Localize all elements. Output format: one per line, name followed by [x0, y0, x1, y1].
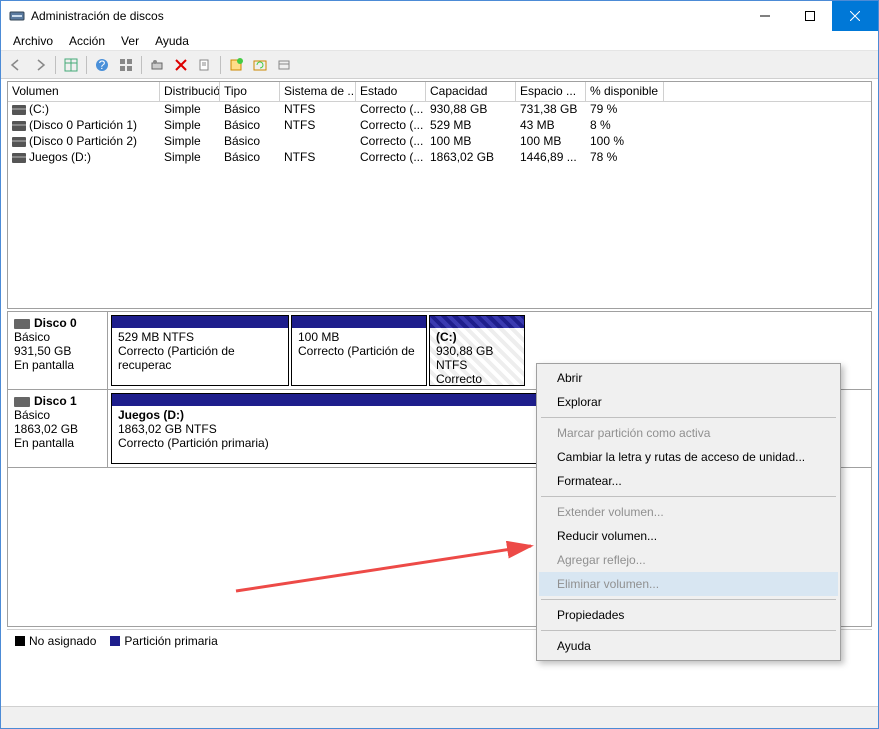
context-menu-item[interactable]: Explorar	[539, 390, 838, 414]
grid-icon[interactable]	[115, 54, 137, 76]
drive-icon	[12, 153, 26, 163]
context-menu-item[interactable]: Abrir	[539, 366, 838, 390]
help-icon[interactable]: ?	[91, 54, 113, 76]
minimize-button[interactable]	[742, 1, 787, 31]
context-menu-item[interactable]: Reducir volumen...	[539, 524, 838, 548]
volume-list-panel: Volumen Distribución Tipo Sistema de ...…	[7, 81, 872, 309]
table-row[interactable]: (Disco 0 Partición 1)SimpleBásicoNTFSCor…	[8, 118, 871, 134]
delete-icon[interactable]	[170, 54, 192, 76]
context-menu-separator	[541, 599, 836, 600]
drive-icon	[12, 105, 26, 115]
header-estado[interactable]: Estado	[356, 82, 426, 101]
context-menu-item[interactable]: Cambiar la letra y rutas de acceso de un…	[539, 445, 838, 469]
maximize-button[interactable]	[787, 1, 832, 31]
close-button[interactable]	[832, 1, 878, 31]
context-menu: AbrirExplorar Marcar partición como activ…	[536, 363, 841, 661]
context-menu-item: Marcar partición como activa	[539, 421, 838, 445]
menu-ayuda[interactable]: Ayuda	[147, 32, 197, 50]
menubar: Archivo Acción Ver Ayuda	[1, 31, 878, 51]
disk-label[interactable]: Disco 1Básico1863,02 GBEn pantalla	[8, 390, 108, 467]
svg-text:?: ?	[99, 58, 106, 72]
header-disponible[interactable]: % disponible	[586, 82, 664, 101]
volume-table-header: Volumen Distribución Tipo Sistema de ...…	[8, 82, 871, 102]
properties-icon[interactable]	[194, 54, 216, 76]
context-menu-item[interactable]: Propiedades	[539, 603, 838, 627]
context-menu-separator	[541, 630, 836, 631]
table-row[interactable]: Juegos (D:)SimpleBásicoNTFSCorrecto (...…	[8, 150, 871, 166]
window-controls	[742, 1, 878, 31]
context-menu-separator	[541, 417, 836, 418]
menu-archivo[interactable]: Archivo	[5, 32, 61, 50]
table-row[interactable]: (C:)SimpleBásicoNTFSCorrecto (...930,88 …	[8, 102, 871, 118]
drive-icon	[12, 137, 26, 147]
statusbar	[1, 706, 878, 728]
menu-ver[interactable]: Ver	[113, 32, 147, 50]
legend-primary: Partición primaria	[110, 634, 217, 648]
context-menu-item: Extender volumen...	[539, 500, 838, 524]
partition-box[interactable]: 100 MBCorrecto (Partición de	[291, 315, 427, 386]
action-icon[interactable]	[273, 54, 295, 76]
disk-icon	[14, 319, 30, 329]
menu-accion[interactable]: Acción	[61, 32, 113, 50]
disk-icon	[14, 397, 30, 407]
header-distribucion[interactable]: Distribución	[160, 82, 220, 101]
toolbar: ?	[1, 51, 878, 79]
partition-box[interactable]: Juegos (D:)1863,02 GB NTFSCorrecto (Part…	[111, 393, 537, 464]
disk-label[interactable]: Disco 0Básico931,50 GBEn pantalla	[8, 312, 108, 389]
process-icon[interactable]	[146, 54, 168, 76]
titlebar: Administración de discos	[1, 1, 878, 31]
header-espacio[interactable]: Espacio ...	[516, 82, 586, 101]
context-menu-item: Agregar reflejo...	[539, 548, 838, 572]
forward-button[interactable]	[29, 54, 51, 76]
partition-box[interactable]: (C:)930,88 GB NTFSCorrecto (Arran	[429, 315, 525, 386]
window-title: Administración de discos	[31, 9, 742, 23]
header-capacidad[interactable]: Capacidad	[426, 82, 516, 101]
context-menu-separator	[541, 496, 836, 497]
refresh-window-icon[interactable]	[249, 54, 271, 76]
table-row[interactable]: (Disco 0 Partición 2)SimpleBásicoCorrect…	[8, 134, 871, 150]
partition-box[interactable]: 529 MB NTFSCorrecto (Partición de recupe…	[111, 315, 289, 386]
context-menu-item[interactable]: Ayuda	[539, 634, 838, 658]
legend-unassigned: No asignado	[15, 634, 96, 648]
new-icon[interactable]	[225, 54, 247, 76]
disk-mgmt-icon	[9, 8, 25, 24]
header-sistema[interactable]: Sistema de ...	[280, 82, 356, 101]
header-volumen[interactable]: Volumen	[8, 82, 160, 101]
drive-icon	[12, 121, 26, 131]
context-menu-item: Eliminar volumen...	[539, 572, 838, 596]
context-menu-item[interactable]: Formatear...	[539, 469, 838, 493]
header-tipo[interactable]: Tipo	[220, 82, 280, 101]
back-button[interactable]	[5, 54, 27, 76]
view-table-icon[interactable]	[60, 54, 82, 76]
